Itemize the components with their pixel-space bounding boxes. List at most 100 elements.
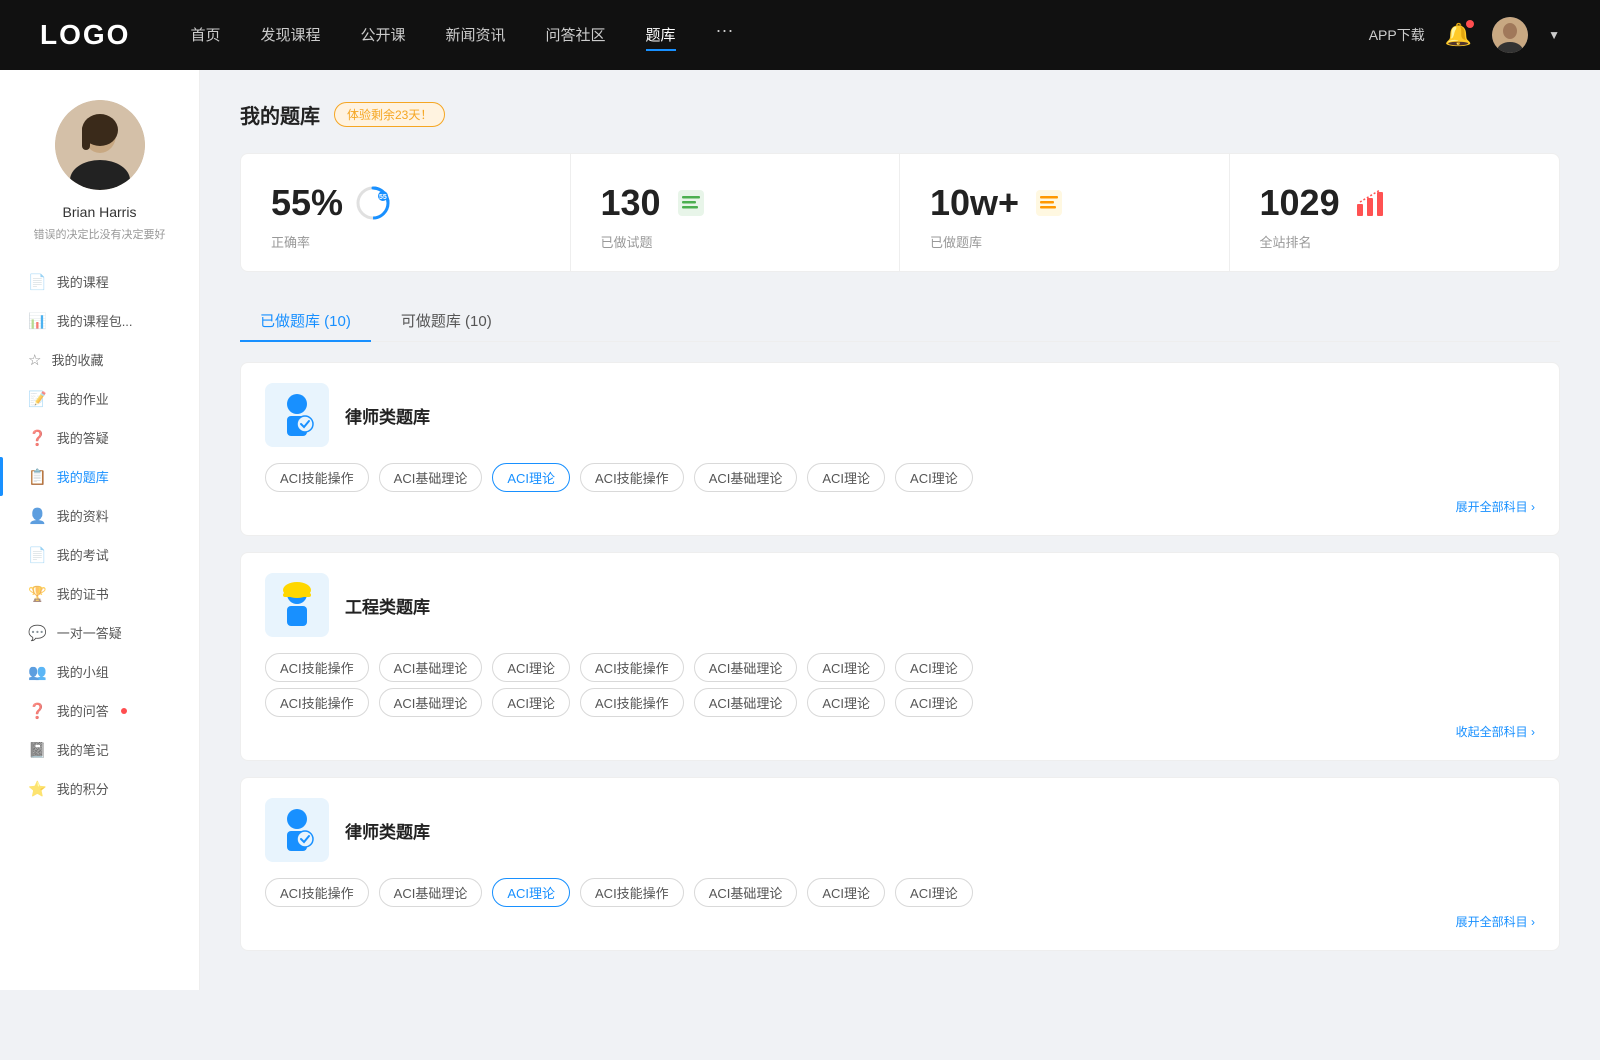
sidebar-motto: 错误的决定比没有决定要好 [24, 226, 176, 242]
nav-menu: 首页 发现课程 公开课 新闻资讯 问答社区 题库 ··· [190, 20, 1368, 51]
exam-icon: 📄 [28, 546, 47, 564]
stat-ranking: 1029 全站排名 [1230, 154, 1560, 271]
tag-1b-0[interactable]: ACI技能操作 [265, 688, 369, 717]
sidebar-item-my-qa[interactable]: ❓ 我的问答 [0, 691, 199, 730]
done-banks-icon [1031, 185, 1067, 221]
tag-0-5[interactable]: ACI理论 [807, 463, 885, 492]
nav-more[interactable]: ··· [716, 20, 734, 51]
user-dropdown-caret[interactable]: ▼ [1548, 28, 1560, 42]
qbank-card-1: 工程类题库 ACI技能操作 ACI基础理论 ACI理论 ACI技能操作 ACI基… [240, 552, 1560, 761]
favorites-icon: ☆ [28, 351, 41, 369]
nav-open-course[interactable]: 公开课 [360, 20, 405, 51]
qbank-header-0: 律师类题库 [265, 383, 1535, 447]
sidebar-item-groups[interactable]: 👥 我的小组 [0, 652, 199, 691]
nav-quiz[interactable]: 题库 [646, 20, 676, 51]
logo: LOGO [40, 19, 130, 51]
collapse-link-1[interactable]: 收起全部科目 › [265, 723, 1535, 740]
tag-0-0[interactable]: ACI技能操作 [265, 463, 369, 492]
sidebar-item-homework[interactable]: 📝 我的作业 [0, 379, 199, 418]
qbank-tags-1b: ACI技能操作 ACI基础理论 ACI理论 ACI技能操作 ACI基础理论 AC… [265, 688, 1535, 717]
sidebar-avatar [55, 100, 145, 190]
qbank-tags-0: ACI技能操作 ACI基础理论 ACI理论 ACI技能操作 ACI基础理论 AC… [265, 463, 1535, 492]
tab-done[interactable]: 已做题库 (10) [240, 300, 371, 341]
tag-1-6[interactable]: ACI理论 [895, 653, 973, 682]
navbar-right: APP下载 🔔 ▼ [1369, 17, 1560, 53]
sidebar-item-profile[interactable]: 👤 我的资料 [0, 496, 199, 535]
tag-0-6[interactable]: ACI理论 [895, 463, 973, 492]
groups-icon: 👥 [28, 663, 47, 681]
nav-discover[interactable]: 发现课程 [260, 20, 320, 51]
sidebar-item-one-on-one[interactable]: 💬 一对一答疑 [0, 613, 199, 652]
qbank-header-1: 工程类题库 [265, 573, 1535, 637]
tag-1b-4[interactable]: ACI基础理论 [694, 688, 798, 717]
sidebar-item-notes[interactable]: 📓 我的笔记 [0, 730, 199, 769]
user-avatar[interactable] [1492, 17, 1528, 53]
sidebar-item-course-packages[interactable]: 📊 我的课程包... [0, 301, 199, 340]
sidebar-item-points[interactable]: ⭐ 我的积分 [0, 769, 199, 808]
tag-1b-5[interactable]: ACI理论 [807, 688, 885, 717]
qbank-header-2: 律师类题库 [265, 798, 1535, 862]
stat-accuracy: 55% 55 正确率 [241, 154, 571, 271]
sidebar-item-certificate[interactable]: 🏆 我的证书 [0, 574, 199, 613]
tag-1-2[interactable]: ACI理论 [492, 653, 570, 682]
tag-2-4[interactable]: ACI基础理论 [694, 878, 798, 907]
qbank-card-0: 律师类题库 ACI技能操作 ACI基础理论 ACI理论 ACI技能操作 ACI基… [240, 362, 1560, 536]
tag-1-5[interactable]: ACI理论 [807, 653, 885, 682]
my-qa-icon: ❓ [28, 702, 47, 720]
qa-notification-dot [121, 708, 127, 714]
tag-0-2[interactable]: ACI理论 [492, 463, 570, 492]
done-questions-icon [673, 185, 709, 221]
sidebar-item-exam[interactable]: 📄 我的考试 [0, 535, 199, 574]
nav-news[interactable]: 新闻资讯 [446, 20, 506, 51]
app-download-link[interactable]: APP下载 [1369, 25, 1425, 45]
notes-icon: 📓 [28, 741, 47, 759]
tag-2-5[interactable]: ACI理论 [807, 878, 885, 907]
expand-link-0[interactable]: 展开全部科目 › [265, 498, 1535, 515]
sidebar-item-questions[interactable]: ❓ 我的答疑 [0, 418, 199, 457]
sidebar-item-quiz-bank[interactable]: 📋 我的题库 [0, 457, 199, 496]
layout: Brian Harris 错误的决定比没有决定要好 📄 我的课程 📊 我的课程包… [0, 70, 1600, 997]
tabs: 已做题库 (10) 可做题库 (10) [240, 300, 1560, 342]
tag-2-3[interactable]: ACI技能操作 [580, 878, 684, 907]
tag-2-2[interactable]: ACI理论 [492, 878, 570, 907]
tag-0-1[interactable]: ACI基础理论 [379, 463, 483, 492]
tag-1-3[interactable]: ACI技能操作 [580, 653, 684, 682]
sidebar-item-favorites[interactable]: ☆ 我的收藏 [0, 340, 199, 379]
qbank-name-1: 工程类题库 [345, 593, 430, 618]
tag-2-0[interactable]: ACI技能操作 [265, 878, 369, 907]
stat-accuracy-top: 55% 55 [271, 182, 540, 224]
sidebar-label-my-qa: 我的问答 [57, 701, 109, 720]
sidebar-item-my-courses[interactable]: 📄 我的课程 [0, 262, 199, 301]
nav-qa[interactable]: 问答社区 [546, 20, 606, 51]
tag-1-0[interactable]: ACI技能操作 [265, 653, 369, 682]
profile-icon: 👤 [28, 507, 47, 525]
stat-ranking-value: 1029 [1260, 182, 1340, 224]
tab-available[interactable]: 可做题库 (10) [381, 300, 512, 341]
tag-1-4[interactable]: ACI基础理论 [694, 653, 798, 682]
stat-done-questions-top: 130 [601, 182, 870, 224]
tag-2-1[interactable]: ACI基础理论 [379, 878, 483, 907]
main-content: 我的题库 体验剩余23天！ 55% 55 [200, 70, 1600, 997]
expand-link-2[interactable]: 展开全部科目 › [265, 913, 1535, 930]
sidebar-user-name: Brian Harris [63, 204, 137, 220]
sidebar-label-questions: 我的答疑 [57, 428, 109, 447]
sidebar: Brian Harris 错误的决定比没有决定要好 📄 我的课程 📊 我的课程包… [0, 70, 200, 990]
tag-1b-3[interactable]: ACI技能操作 [580, 688, 684, 717]
tag-0-3[interactable]: ACI技能操作 [580, 463, 684, 492]
ranking-icon [1352, 185, 1388, 221]
tag-2-6[interactable]: ACI理论 [895, 878, 973, 907]
tag-1b-2[interactable]: ACI理论 [492, 688, 570, 717]
nav-home[interactable]: 首页 [190, 20, 220, 51]
quiz-bank-icon: 📋 [28, 468, 47, 486]
tag-1b-6[interactable]: ACI理论 [895, 688, 973, 717]
certificate-icon: 🏆 [28, 585, 47, 603]
tag-1b-1[interactable]: ACI基础理论 [379, 688, 483, 717]
tag-1-1[interactable]: ACI基础理论 [379, 653, 483, 682]
stat-done-banks: 10w+ 已做题库 [900, 154, 1230, 271]
sidebar-label-favorites: 我的收藏 [51, 350, 103, 369]
qbank-card-2: 律师类题库 ACI技能操作 ACI基础理论 ACI理论 ACI技能操作 ACI基… [240, 777, 1560, 951]
sidebar-label-my-courses: 我的课程 [57, 272, 109, 291]
tag-0-4[interactable]: ACI基础理论 [694, 463, 798, 492]
sidebar-label-course-packages: 我的课程包... [57, 311, 133, 330]
notification-bell[interactable]: 🔔 [1445, 22, 1472, 48]
